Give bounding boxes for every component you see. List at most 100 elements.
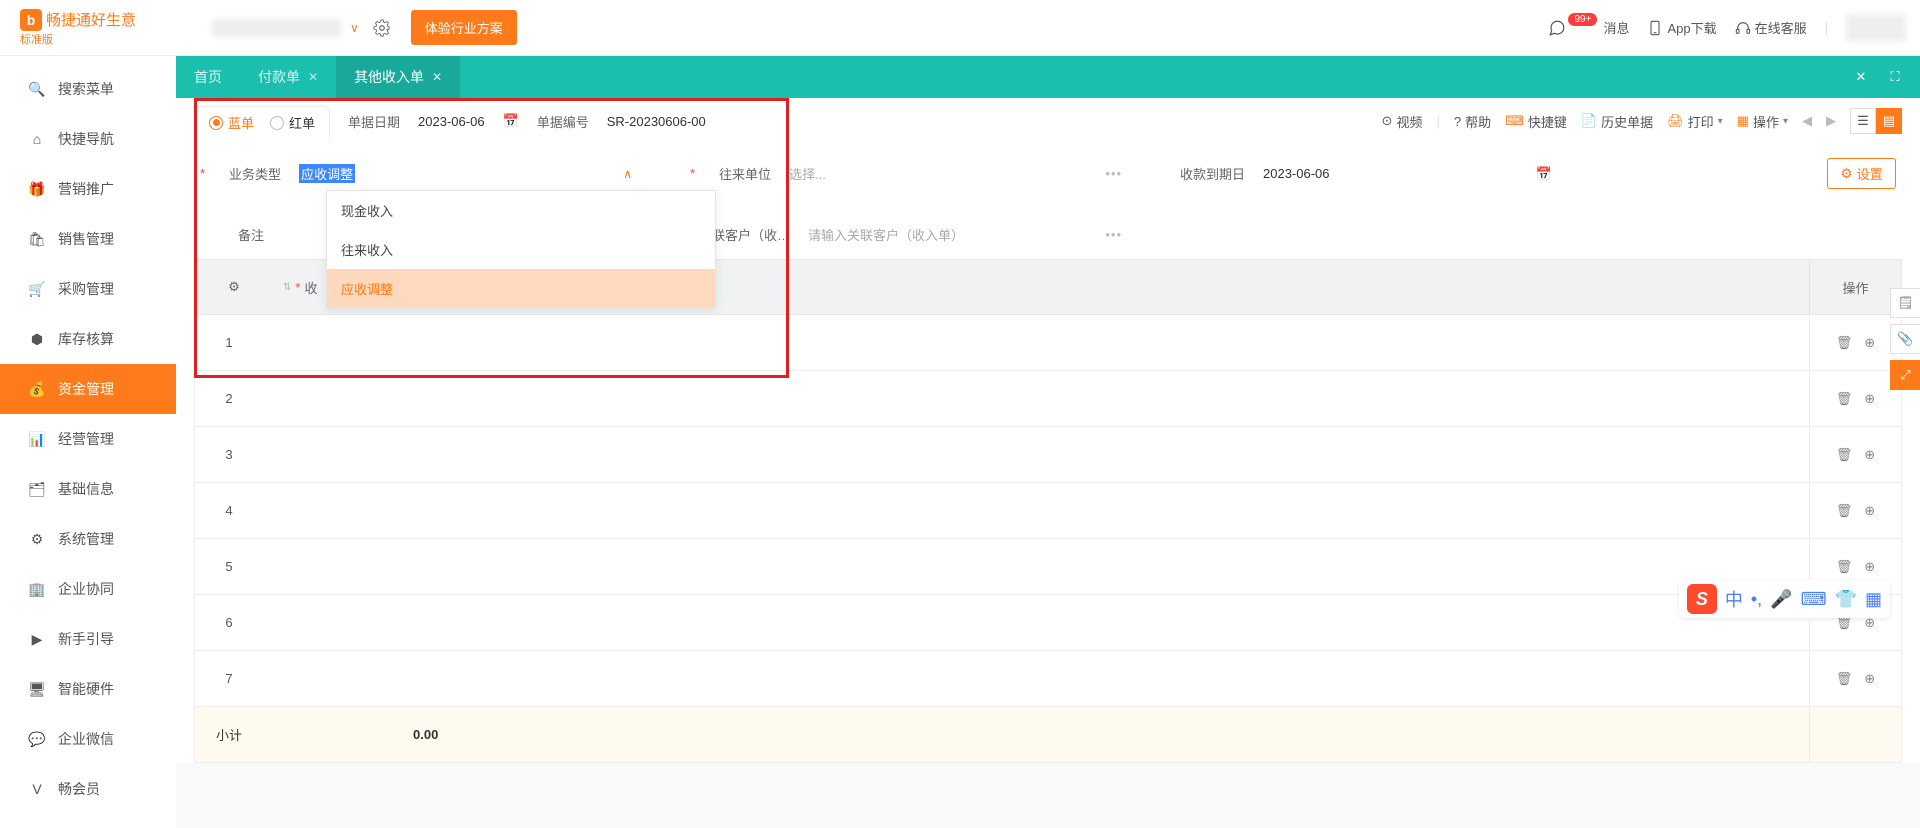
sidebar-item-hardware[interactable]: 🖥智能硬件 — [0, 664, 176, 714]
user-avatar-blurred[interactable] — [1846, 14, 1906, 42]
due-date-input[interactable]: 2023-06-06 📅 — [1255, 159, 1560, 189]
copy-icon[interactable]: ⊕ — [1864, 335, 1875, 351]
th-sort[interactable]: ⇅*收 — [273, 278, 323, 297]
sidebar-item-wechat[interactable]: 💬企业微信 — [0, 714, 176, 764]
settings-label: 设置 — [1856, 164, 1883, 183]
copy-icon[interactable]: ⊕ — [1864, 671, 1875, 687]
operate-link[interactable]: ▦操作▾ — [1737, 112, 1788, 131]
sidebar-item-funds[interactable]: 💰资金管理 — [0, 364, 176, 414]
delete-icon[interactable]: 🗑 — [1836, 559, 1853, 575]
settings-button[interactable]: ⚙设置 — [1827, 158, 1896, 189]
delete-icon[interactable]: 🗑 — [1836, 447, 1853, 463]
ime-toolbar[interactable]: S 中 •, 🎤 ⌨ 👕 ▦ — [1679, 580, 1890, 618]
sidebar-item-collab[interactable]: 🏢企业协同 — [0, 564, 176, 614]
history-link[interactable]: 📄历史单据 — [1581, 112, 1653, 131]
row-index: 3 — [195, 447, 263, 462]
close-all-icon[interactable]: ✕ — [1850, 66, 1872, 88]
side-tab-expand-icon[interactable]: ⤢ — [1890, 360, 1920, 390]
help-link[interactable]: ?帮助 — [1454, 112, 1491, 131]
table-row[interactable]: 5🗑⊕ — [194, 539, 1902, 595]
dropdown-option-receivable[interactable]: 往来收入 — [327, 230, 715, 269]
radio-blue[interactable]: 蓝单 — [209, 113, 254, 132]
delete-icon[interactable]: 🗑 — [1836, 391, 1853, 407]
ime-lang[interactable]: 中 — [1725, 586, 1743, 612]
delete-icon[interactable]: 🗑 — [1836, 671, 1853, 687]
table-row[interactable]: 6🗑⊕ — [194, 595, 1902, 651]
side-tab-attach-icon[interactable]: 📎 — [1890, 324, 1920, 354]
calendar-icon[interactable]: 📅 — [1536, 166, 1552, 182]
dropdown-option-cash[interactable]: 现金收入 — [327, 191, 715, 230]
shortcut-link[interactable]: ⌨快捷键 — [1505, 112, 1567, 131]
view-list-icon[interactable]: ☰ — [1850, 108, 1876, 134]
prev-icon[interactable]: ◀ — [1802, 113, 1812, 129]
sidebar-item-purchase[interactable]: 🛒采购管理 — [0, 264, 176, 314]
fullscreen-icon[interactable]: ⛶ — [1884, 66, 1906, 88]
sidebar-item-quick-nav[interactable]: ⌂快捷导航 — [0, 114, 176, 164]
delete-icon[interactable]: 🗑 — [1836, 335, 1853, 351]
dropdown-option-adjust[interactable]: 应收调整 — [327, 269, 715, 308]
sidebar-label: 库存核算 — [58, 329, 114, 349]
ime-keyboard-icon[interactable]: ⌨ — [1801, 589, 1827, 610]
view-card-icon[interactable]: ▤ — [1876, 108, 1902, 134]
sidebar-item-search-menu[interactable]: 🔍搜索菜单 — [0, 64, 176, 114]
table-wrapper: ⚙ ⇅*收 操作 1🗑⊕ 2🗑⊕ 3🗑⊕ 4🗑⊕ 5🗑⊕ 6🗑⊕ 7🗑⊕ 小计 — [176, 259, 1920, 763]
print-link[interactable]: 🖨打印▾ — [1667, 112, 1723, 131]
form-wrapper: 蓝单 红单 单据日期 2023-06-06 📅 单据编号 SR-20230606… — [176, 98, 1920, 763]
tab-other-income[interactable]: 其他收入单✕ — [336, 56, 460, 98]
remark-label: 备注 — [200, 225, 264, 244]
try-industry-button[interactable]: 体验行业方案 — [411, 10, 517, 45]
ime-menu-icon[interactable]: ▦ — [1865, 589, 1882, 610]
chevron-up-icon[interactable]: ∧ — [623, 167, 632, 181]
sidebar-item-vip[interactable]: V畅会员 — [0, 764, 176, 814]
sidebar-item-basic-info[interactable]: 🗂基础信息 — [0, 464, 176, 514]
close-icon[interactable]: ✕ — [432, 70, 442, 84]
copy-icon[interactable]: ⊕ — [1864, 391, 1875, 407]
app-download-link[interactable]: App下载 — [1647, 18, 1716, 37]
side-tab-note-icon[interactable]: 🗒 — [1890, 288, 1920, 318]
sidebar-item-operations[interactable]: 📊经营管理 — [0, 414, 176, 464]
delete-icon[interactable]: 🗑 — [1836, 503, 1853, 519]
sidebar-item-inventory[interactable]: ⬢库存核算 — [0, 314, 176, 364]
sidebar-item-guide[interactable]: ▶新手引导 — [0, 614, 176, 664]
gift-icon: 🎁 — [28, 180, 46, 198]
video-link[interactable]: ⊙视频 — [1382, 112, 1423, 131]
close-icon[interactable]: ✕ — [308, 70, 318, 84]
ime-skin-icon[interactable]: 👕 — [1835, 589, 1857, 610]
ime-punct-icon[interactable]: •, — [1751, 589, 1762, 610]
table-row[interactable]: 7🗑⊕ — [194, 651, 1902, 707]
biz-type-select[interactable]: 应收调整 ∧ — [291, 159, 640, 189]
party-input[interactable]: 选择... ••• — [781, 159, 1130, 189]
more-icon[interactable]: ••• — [1105, 166, 1122, 181]
side-tabs: 🗒 📎 ⤢ — [1890, 288, 1920, 390]
table-row[interactable]: 4🗑⊕ — [194, 483, 1902, 539]
copy-icon[interactable]: ⊕ — [1864, 447, 1875, 463]
table-row[interactable]: 1🗑⊕ — [194, 315, 1902, 371]
next-icon[interactable]: ▶ — [1826, 113, 1836, 129]
calendar-icon[interactable]: 📅 — [503, 113, 519, 129]
copy-icon[interactable]: ⊕ — [1864, 503, 1875, 519]
form-header-right: ⊙视频 | ?帮助 ⌨快捷键 📄历史单据 🖨打印▾ ▦操作▾ ◀ ▶ ☰ ▤ — [1382, 108, 1902, 134]
gear-icon[interactable] — [373, 19, 397, 37]
more-icon[interactable]: ••• — [1105, 227, 1122, 242]
messages-link[interactable]: 99+ 消息 — [1548, 18, 1629, 37]
radio-red[interactable]: 红单 — [270, 113, 315, 132]
table-row[interactable]: 3 🗑 ⊕ — [194, 427, 1902, 483]
sidebar-item-system[interactable]: ⚙系统管理 — [0, 514, 176, 564]
wallet-icon: 💰 — [28, 380, 46, 398]
table-row[interactable]: 2🗑⊕ — [194, 371, 1902, 427]
online-service-link[interactable]: 在线客服 — [1735, 18, 1807, 37]
link-label: 历史单据 — [1601, 112, 1653, 131]
doc-date-value[interactable]: 2023-06-06 — [418, 114, 485, 129]
sidebar-item-sales[interactable]: 🛍销售管理 — [0, 214, 176, 264]
tab-home[interactable]: 首页 — [176, 56, 240, 98]
row-ops: 🗑⊕ — [1809, 371, 1901, 426]
ime-mic-icon[interactable]: 🎤 — [1770, 589, 1792, 610]
guide-icon: ▶ — [28, 630, 46, 648]
table-settings-icon[interactable]: ⚙ — [209, 279, 259, 295]
tab-label: 首页 — [194, 67, 222, 87]
sidebar-item-marketing[interactable]: 🎁营销推广 — [0, 164, 176, 214]
org-selector[interactable]: ∨ — [212, 19, 359, 37]
assoc-cust-input[interactable]: 请输入关联客户（收入单） ••• — [800, 219, 1130, 249]
tab-payment[interactable]: 付款单✕ — [240, 56, 336, 98]
copy-icon[interactable]: ⊕ — [1864, 559, 1875, 575]
